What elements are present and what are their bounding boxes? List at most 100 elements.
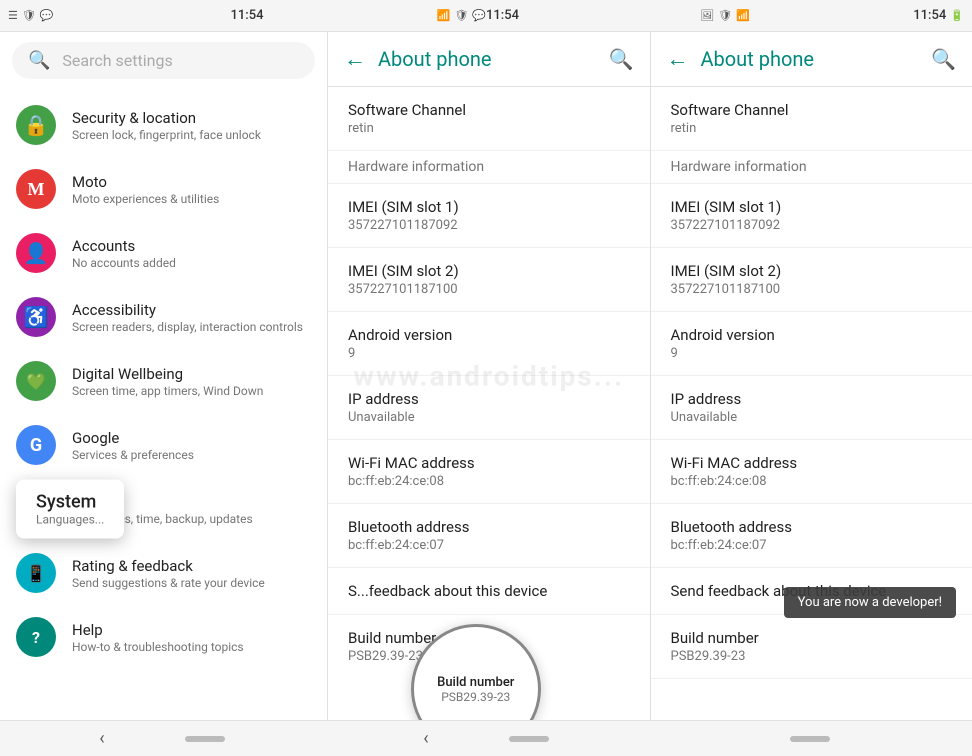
about-panel-left: ← About phone 🔍 Software Channel retin H… [328, 32, 651, 720]
bluetooth-title: Bluetooth address [348, 518, 630, 536]
tooltip-title: System [36, 492, 104, 513]
hardware-info-title-r: Hardware information [671, 159, 953, 175]
back-nav-mid[interactable]: ‹ [423, 728, 428, 749]
about-item-feedback[interactable]: S...feedback about this device [328, 568, 650, 615]
ip-value: Unavailable [348, 410, 630, 425]
about-list-right: Software Channel retin Hardware informat… [651, 87, 972, 720]
security-icon: 🔒 [16, 105, 56, 145]
about-item-android-r[interactable]: Android version 9 [651, 312, 972, 376]
software-channel-value-r: retin [671, 121, 953, 136]
back-button-right[interactable]: ← [667, 46, 689, 72]
software-channel-title: Software Channel [348, 101, 630, 119]
search-button-right[interactable]: 🔍 [931, 47, 956, 71]
back-nav-left[interactable]: ‹ [99, 728, 104, 749]
rating-icon: 📱 [16, 553, 56, 593]
status-mid-icons: 📶 🛡 💬 [327, 9, 486, 22]
about-item-wifi-mac-r[interactable]: Wi-Fi MAC address bc:ff:eb:24:ce:08 [651, 440, 972, 504]
search-bar[interactable]: 🔍 Search settings [12, 42, 315, 79]
time-mid: 11:54 [486, 8, 519, 23]
wellbeing-title: Digital Wellbeing [72, 365, 311, 383]
about-list-left: Software Channel retin Hardware informat… [328, 87, 650, 720]
status-left: ☰ 🛡 💬 [8, 9, 167, 22]
shield-icon-1: 🛡 [22, 9, 36, 22]
wellbeing-subtitle: Screen time, app timers, Wind Down [72, 384, 311, 398]
android-title: Android version [348, 326, 630, 344]
msg-icon-2: 💬 [472, 9, 486, 22]
google-text: Google Services & preferences [72, 429, 311, 462]
battery-icon: 🔋 [950, 9, 964, 22]
home-pill-right[interactable] [790, 736, 830, 742]
bottom-mid: ‹ [324, 728, 648, 749]
build-value-r: PSB29.39-23 [671, 649, 953, 664]
imei2-value-r: 357227101187100 [671, 282, 953, 297]
imei2-title-r: IMEI (SIM slot 2) [671, 262, 953, 280]
status-left-time: 11:54 [167, 8, 326, 23]
notif-icon-1: ☰ [8, 9, 18, 22]
about-item-bluetooth-r[interactable]: Bluetooth address bc:ff:eb:24:ce:07 [651, 504, 972, 568]
sidebar-item-accounts[interactable]: 👤 Accounts No accounts added [0, 221, 327, 285]
sidebar-item-help[interactable]: ? Help How-to & troubleshooting topics [0, 605, 327, 669]
moto-title: Moto [72, 173, 311, 191]
about-item-imei1-r[interactable]: IMEI (SIM slot 1) 357227101187092 [651, 184, 972, 248]
sidebar-item-security[interactable]: 🔒 Security & location Screen lock, finge… [0, 93, 327, 157]
accessibility-text: Accessibility Screen readers, display, i… [72, 301, 311, 334]
moto-text: Moto Moto experiences & utilities [72, 173, 311, 206]
imei1-value: 357227101187092 [348, 218, 630, 233]
help-icon: ? [16, 617, 56, 657]
about-item-imei2[interactable]: IMEI (SIM slot 2) 357227101187100 [328, 248, 650, 312]
back-button-left[interactable]: ← [344, 46, 366, 72]
about-item-ip[interactable]: IP address Unavailable [328, 376, 650, 440]
rating-title: Rating & feedback [72, 557, 311, 575]
sidebar-item-rating[interactable]: 📱 Rating & feedback Send suggestions & r… [0, 541, 327, 605]
about-item-wifi-mac[interactable]: Wi-Fi MAC address bc:ff:eb:24:ce:08 [328, 440, 650, 504]
moto-icon: M [16, 169, 56, 209]
home-pill-left[interactable] [185, 736, 225, 742]
about-item-build-r[interactable]: Build number PSB29.39-23 You are now a d… [651, 615, 972, 679]
bottom-left: ‹ [0, 728, 324, 749]
settings-list: 🔒 Security & location Screen lock, finge… [0, 89, 327, 720]
sidebar-item-moto[interactable]: M Moto Moto experiences & utilities [0, 157, 327, 221]
imei1-title-r: IMEI (SIM slot 1) [671, 198, 953, 216]
sidebar-item-system[interactable]: ℹ System Languages, time, backup, update… [0, 477, 327, 541]
accessibility-subtitle: Screen readers, display, interaction con… [72, 320, 311, 334]
about-item-hardware-info-r[interactable]: Hardware information [651, 151, 972, 184]
wellbeing-icon: 💚 [16, 361, 56, 401]
search-icon: 🔍 [28, 50, 50, 71]
help-subtitle: How-to & troubleshooting topics [72, 640, 311, 654]
android-title-r: Android version [671, 326, 953, 344]
about-item-android[interactable]: Android version 9 [328, 312, 650, 376]
google-title: Google [72, 429, 311, 447]
wifi-mac-title: Wi-Fi MAC address [348, 454, 630, 472]
settings-panel: 🔍 Search settings 🔒 Security & location … [0, 32, 328, 720]
about-item-software-channel-r[interactable]: Software Channel retin [651, 87, 972, 151]
sidebar-item-google[interactable]: G Google Services & preferences [0, 413, 327, 477]
help-title: Help [72, 621, 311, 639]
bluetooth-value-r: bc:ff:eb:24:ce:07 [671, 538, 953, 553]
msg-icon-1: 💬 [40, 9, 54, 22]
wifi-mac-title-r: Wi-Fi MAC address [671, 454, 953, 472]
status-right-icons: 🖼 🛡 📶 [645, 9, 804, 22]
about-item-ip-r[interactable]: IP address Unavailable [651, 376, 972, 440]
moto-subtitle: Moto experiences & utilities [72, 192, 311, 206]
main-container: 🔍 Search settings 🔒 Security & location … [0, 32, 972, 720]
security-text: Security & location Screen lock, fingerp… [72, 109, 311, 142]
status-mid-time: 11:54 [486, 8, 645, 23]
bottom-nav: ‹ ‹ [0, 720, 972, 756]
signal-icon-3: 📶 [736, 9, 750, 22]
sidebar-item-accessibility[interactable]: ♿ Accessibility Screen readers, display,… [0, 285, 327, 349]
imei1-title: IMEI (SIM slot 1) [348, 198, 630, 216]
sidebar-item-digitalwellbeing[interactable]: 💚 Digital Wellbeing Screen time, app tim… [0, 349, 327, 413]
search-button-left[interactable]: 🔍 [609, 47, 634, 71]
about-item-hardware-info[interactable]: Hardware information [328, 151, 650, 184]
gallery-icon: 🖼 [700, 9, 714, 22]
about-item-build[interactable]: Build number PSB29.39-23 Build number PS… [328, 615, 650, 720]
signal-icon: 📶 [437, 9, 451, 22]
about-item-imei1[interactable]: IMEI (SIM slot 1) 357227101187092 [328, 184, 650, 248]
build-title-r: Build number [671, 629, 953, 647]
software-channel-title-r: Software Channel [671, 101, 953, 119]
about-item-imei2-r[interactable]: IMEI (SIM slot 2) 357227101187100 [651, 248, 972, 312]
security-title: Security & location [72, 109, 311, 127]
home-pill-mid[interactable] [509, 736, 549, 742]
about-item-bluetooth[interactable]: Bluetooth address bc:ff:eb:24:ce:07 [328, 504, 650, 568]
about-item-software-channel[interactable]: Software Channel retin [328, 87, 650, 151]
